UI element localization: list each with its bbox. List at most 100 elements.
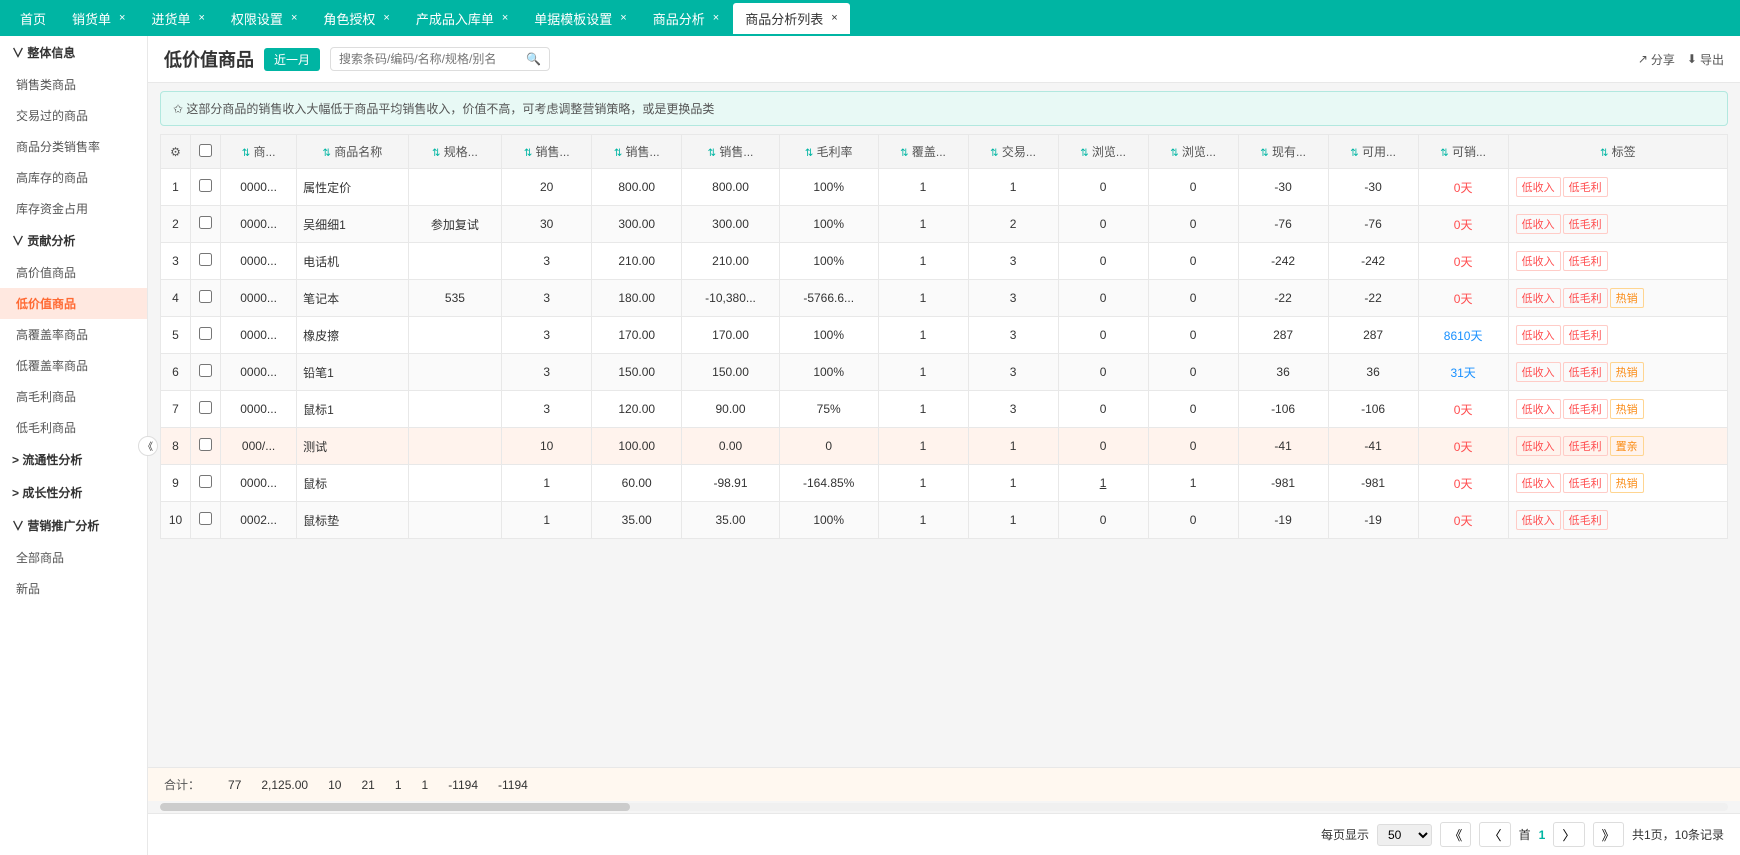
col-amount[interactable]: ⇅ 销售... [682,135,780,169]
row-checkbox[interactable] [191,169,221,206]
browse-link[interactable]: 1 [1100,476,1107,490]
sidebar-group-growth[interactable]: > 成长性分析 [0,476,147,509]
search-input[interactable] [339,52,522,66]
col-tags[interactable]: ⇅ 标签 [1508,135,1727,169]
sidebar-group-flow[interactable]: > 流通性分析 [0,443,147,476]
nav-home[interactable]: 首页 [8,3,58,34]
nav-purchase[interactable]: 进货单 × [139,3,216,34]
sidebar-item-high-stock[interactable]: 高库存的商品 [0,162,147,193]
sidebar-item-high-margin[interactable]: 高毛利商品 [0,381,147,412]
row-select-checkbox[interactable] [199,475,212,488]
row-browse1: 0 [1058,169,1148,206]
row-num: 5 [161,317,191,354]
select-all-checkbox[interactable] [199,144,212,157]
close-icon[interactable]: × [291,12,297,24]
col-stock[interactable]: ⇅ 现有... [1238,135,1328,169]
close-icon[interactable]: × [831,12,837,24]
row-select-checkbox[interactable] [199,179,212,192]
sidebar-collapse-btn[interactable]: 《 [138,436,158,456]
row-select-checkbox[interactable] [199,438,212,451]
row-checkbox[interactable] [191,391,221,428]
row-price: 300.00 [592,206,682,243]
col-name[interactable]: ⇅ 商品名称 [297,135,408,169]
row-checkbox[interactable] [191,243,221,280]
col-browse1[interactable]: ⇅ 浏览... [1058,135,1148,169]
nav-sales[interactable]: 销货单 × [60,3,137,34]
nav-product-list[interactable]: 商品分析列表 × [733,3,849,34]
sidebar-item-all-products[interactable]: 全部商品 [0,542,147,573]
row-checkbox[interactable] [191,502,221,539]
sidebar-group-marketing[interactable]: ∨ 营销推广分析 [0,509,147,542]
row-checkbox[interactable] [191,317,221,354]
col-margin[interactable]: ⇅ 毛利率 [779,135,878,169]
footer-totals: 合计： 77 2,125.00 10 21 1 1 -1194 -1194 [148,767,1740,801]
row-select-checkbox[interactable] [199,364,212,377]
row-select-checkbox[interactable] [199,290,212,303]
search-box[interactable]: 🔍 [330,47,550,71]
horizontal-scrollbar[interactable] [160,803,1728,811]
sidebar-item-low-coverage[interactable]: 低覆盖率商品 [0,350,147,381]
col-cover[interactable]: ⇅ 覆盖... [878,135,968,169]
close-icon[interactable]: × [620,12,626,24]
row-checkbox[interactable] [191,465,221,502]
next-page-btn[interactable]: 〉 [1553,822,1584,847]
nav-product-in[interactable]: 产成品入库单 × [404,3,520,34]
sidebar-item-low-value[interactable]: 低价值商品 [0,288,147,319]
last-page-btn[interactable]: 》 [1593,822,1624,847]
prev-page-btn[interactable]: 〈 [1479,822,1510,847]
nav-template[interactable]: 单据模板设置 × [522,3,638,34]
sidebar-group-overall[interactable]: ∨ 整体信息 [0,36,147,69]
row-checkbox[interactable] [191,280,221,317]
row-select-checkbox[interactable] [199,216,212,229]
sidebar-item-stock-fund[interactable]: 库存资金占用 [0,193,147,224]
settings-icon[interactable]: ⚙ [170,145,181,159]
nav-role[interactable]: 角色授权 × [311,3,401,34]
tag: 热销 [1610,399,1644,419]
row-select-checkbox[interactable] [199,327,212,340]
first-page-btn[interactable]: 《 [1440,822,1471,847]
col-spec[interactable]: ⇅ 规格... [408,135,502,169]
search-icon[interactable]: 🔍 [526,52,541,66]
sidebar-item-high-coverage[interactable]: 高覆盖率商品 [0,319,147,350]
scrollbar-thumb[interactable] [160,803,630,811]
col-price[interactable]: ⇅ 销售... [592,135,682,169]
row-select-checkbox[interactable] [199,512,212,525]
col-code[interactable]: ⇅ 商... [221,135,297,169]
sidebar-item-sales-category[interactable]: 销售类商品 [0,69,147,100]
row-spec [408,428,502,465]
nav-permission[interactable]: 权限设置 × [219,3,309,34]
row-checkbox[interactable] [191,354,221,391]
page-size-select[interactable]: 50 100 200 [1377,824,1432,846]
export-btn[interactable]: ⬇ 导出 [1687,51,1724,68]
col-checkbox [191,135,221,169]
sidebar-item-traded[interactable]: 交易过的商品 [0,100,147,131]
close-icon[interactable]: × [502,12,508,24]
row-checkbox[interactable] [191,428,221,465]
col-browse2[interactable]: ⇅ 浏览... [1148,135,1238,169]
sidebar-group-contribution[interactable]: ∨ 贡献分析 [0,224,147,257]
sidebar-item-category-rate[interactable]: 商品分类销售率 [0,131,147,162]
sidebar-item-low-margin[interactable]: 低毛利商品 [0,412,147,443]
col-avail[interactable]: ⇅ 可用... [1328,135,1418,169]
row-cover: 1 [878,391,968,428]
close-icon[interactable]: × [713,12,719,24]
sidebar-item-high-value[interactable]: 高价值商品 [0,257,147,288]
row-browse2: 0 [1148,280,1238,317]
filter-recent-btn[interactable]: 近一月 [264,48,320,71]
close-icon[interactable]: × [383,12,389,24]
row-checkbox[interactable] [191,206,221,243]
sidebar-item-new-products[interactable]: 新品 [0,573,147,604]
row-select-checkbox[interactable] [199,253,212,266]
col-trade[interactable]: ⇅ 交易... [968,135,1058,169]
nav-product-analysis[interactable]: 商品分析 × [641,3,731,34]
tag: 热销 [1610,288,1644,308]
close-icon[interactable]: × [119,12,125,24]
close-icon[interactable]: × [198,12,204,24]
col-qty[interactable]: ⇅ 销售... [502,135,592,169]
table-area[interactable]: ⚙ ⇅ 商... ⇅ 商品名称 ⇅ 规格... ⇅ 销售... ⇅ 销售... … [148,134,1740,767]
row-browse1: 0 [1058,354,1148,391]
row-select-checkbox[interactable] [199,401,212,414]
col-days[interactable]: ⇅ 可销... [1418,135,1508,169]
share-btn[interactable]: ↗ 分享 [1638,51,1675,68]
row-stock: -106 [1238,391,1328,428]
